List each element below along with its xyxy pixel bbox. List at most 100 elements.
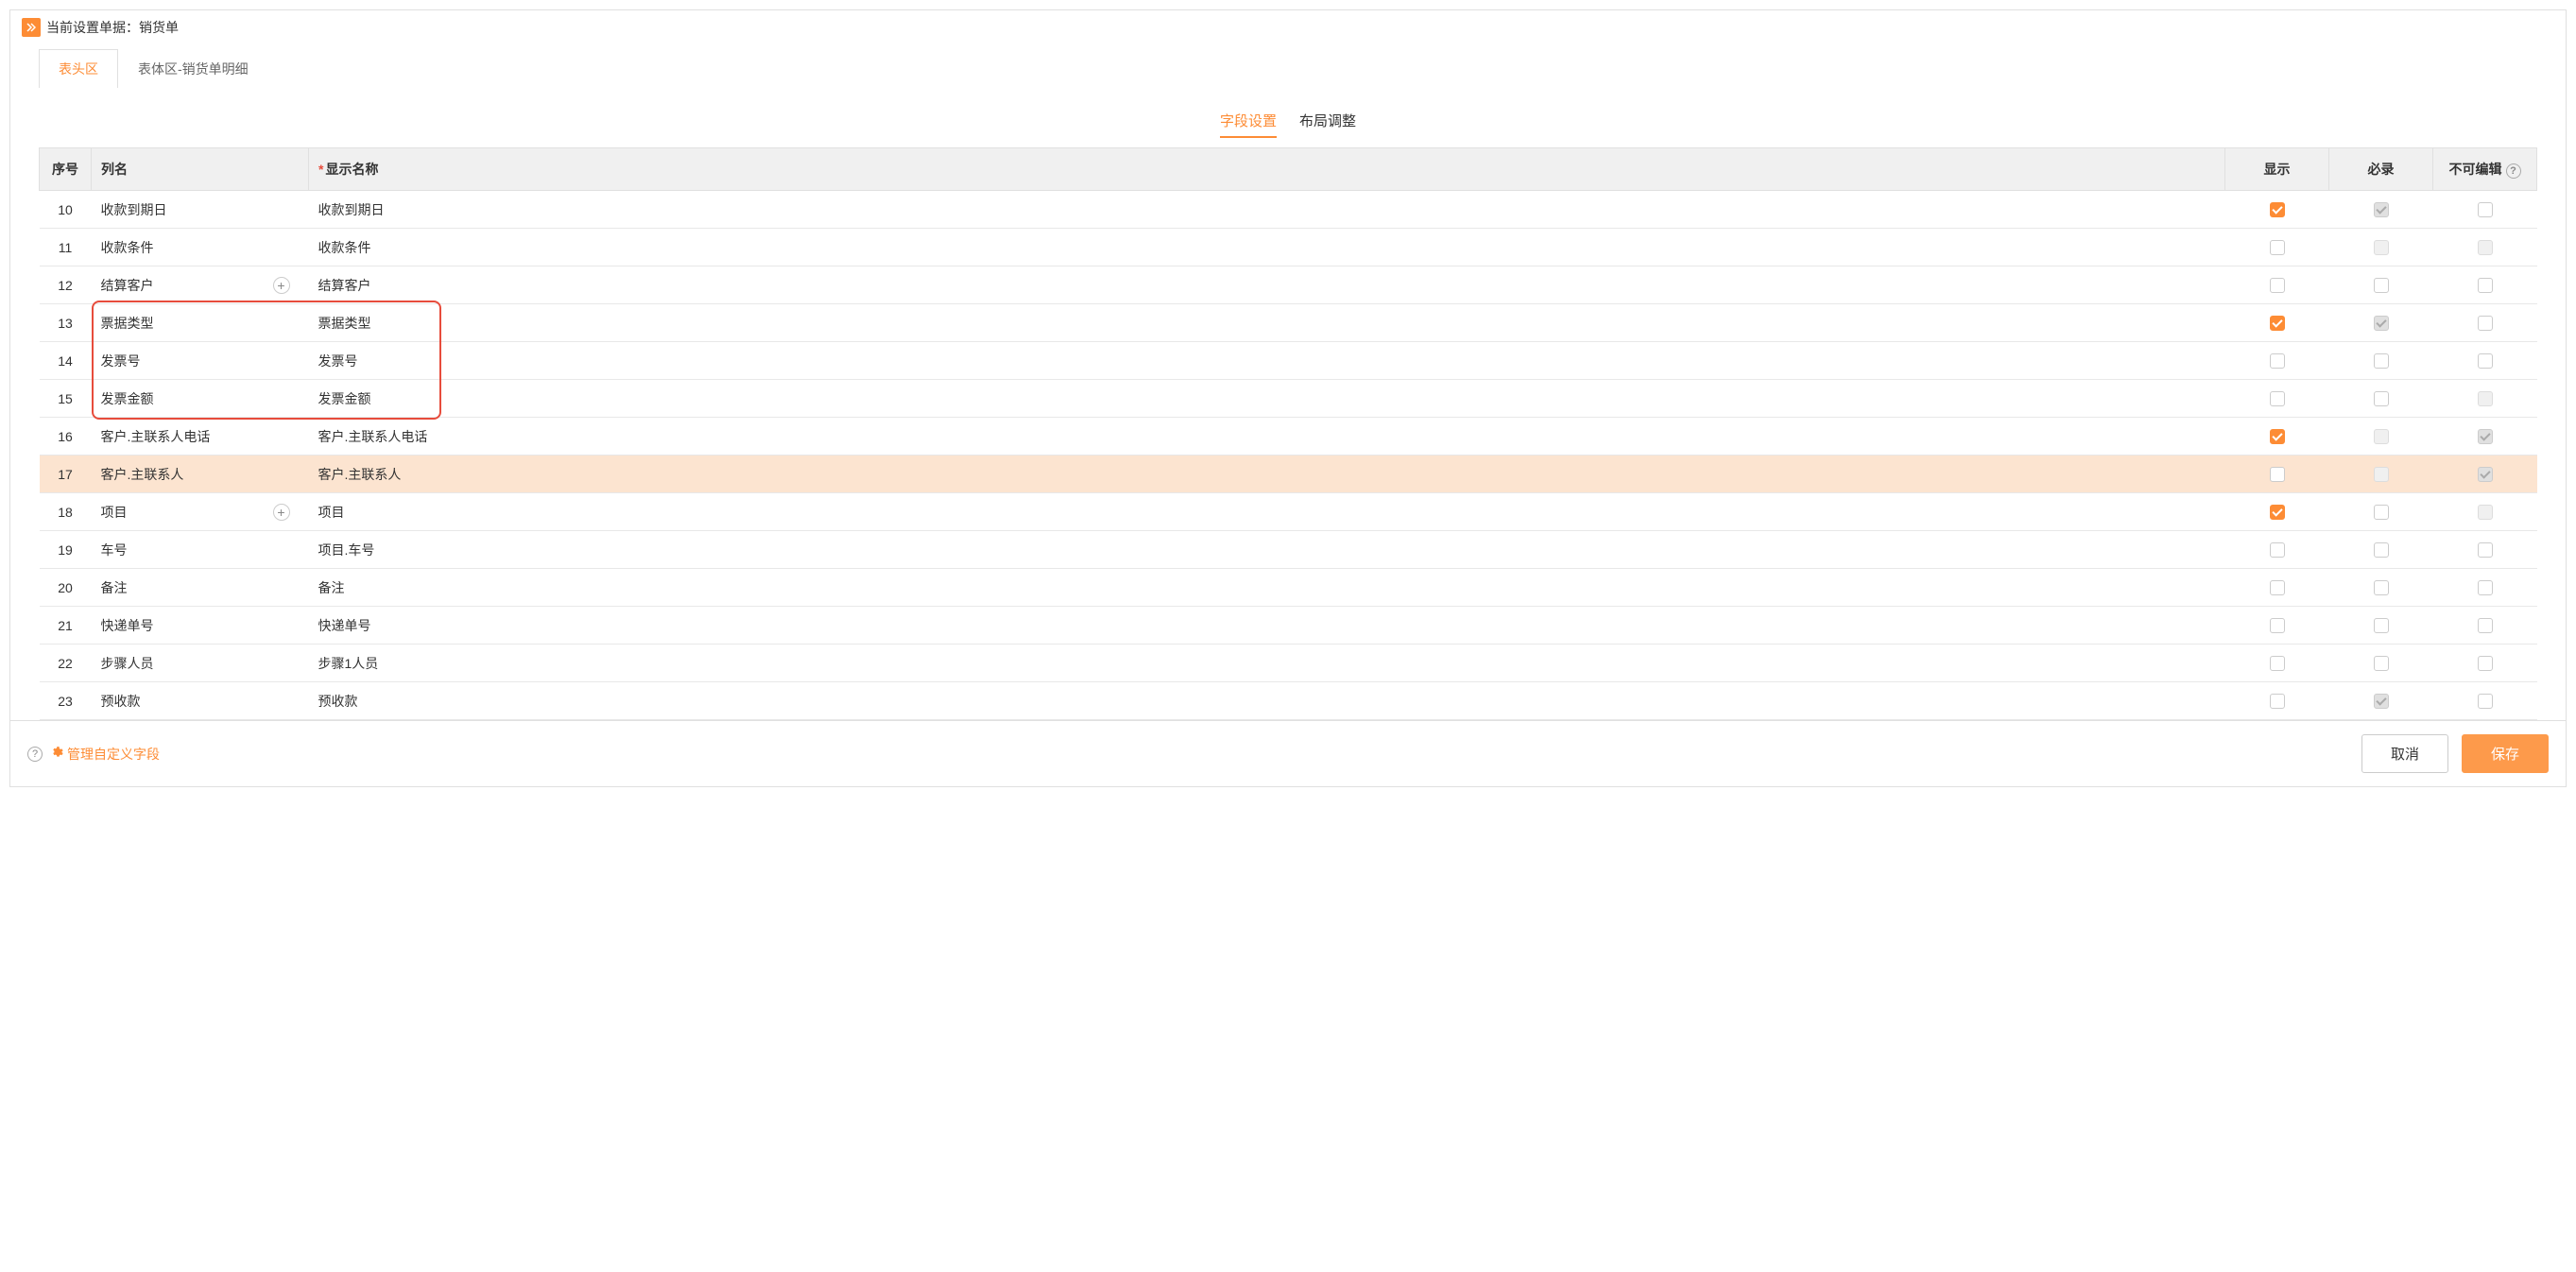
tab-body-area[interactable]: 表体区-销货单明细 [118, 49, 268, 88]
table-row[interactable]: 16客户.主联系人电话客户.主联系人电话 [40, 418, 2537, 456]
cell-display[interactable]: 预收款 [309, 682, 2225, 720]
req-checkbox[interactable] [2374, 542, 2389, 558]
table-row[interactable]: 17客户.主联系人客户.主联系人 [40, 456, 2537, 493]
req-checkbox[interactable] [2374, 278, 2389, 293]
tab-header-area[interactable]: 表头区 [39, 49, 118, 88]
cell-display[interactable]: 项目 [309, 493, 2225, 531]
ro-checkbox[interactable] [2478, 580, 2493, 595]
manage-custom-fields-link[interactable]: 管理自定义字段 [50, 745, 160, 764]
cell-ro [2433, 531, 2537, 569]
cell-show [2225, 569, 2329, 607]
plus-icon[interactable]: + [273, 504, 290, 521]
table-row[interactable]: 12结算客户+结算客户 [40, 266, 2537, 304]
help-icon[interactable]: ? [2506, 163, 2521, 179]
ro-checkbox[interactable] [2478, 694, 2493, 709]
req-checkbox[interactable] [2374, 580, 2389, 595]
show-checkbox[interactable] [2270, 467, 2285, 482]
cell-display[interactable]: 收款条件 [309, 229, 2225, 266]
cell-name: 备注 [92, 569, 309, 607]
req-checkbox[interactable] [2374, 353, 2389, 369]
table-row[interactable]: 18项目+项目 [40, 493, 2537, 531]
cell-display[interactable]: 发票金额 [309, 380, 2225, 418]
cell-display[interactable]: 发票号 [309, 342, 2225, 380]
cell-name: 发票号 [92, 342, 309, 380]
cancel-button[interactable]: 取消 [2361, 734, 2448, 773]
cell-seq: 23 [40, 682, 92, 720]
table-row[interactable]: 22步骤人员步骤1人员 [40, 645, 2537, 682]
cell-show [2225, 607, 2329, 645]
req-checkbox[interactable] [2374, 391, 2389, 406]
show-checkbox[interactable] [2270, 542, 2285, 558]
table-row[interactable]: 19车号项目.车号 [40, 531, 2537, 569]
cell-ro [2433, 607, 2537, 645]
cell-req [2329, 456, 2433, 493]
cell-display[interactable]: 结算客户 [309, 266, 2225, 304]
table-row[interactable]: 11收款条件收款条件 [40, 229, 2537, 266]
show-checkbox[interactable] [2270, 316, 2285, 331]
show-checkbox[interactable] [2270, 694, 2285, 709]
save-button[interactable]: 保存 [2462, 734, 2549, 773]
ro-checkbox[interactable] [2478, 618, 2493, 633]
cell-display[interactable]: 客户.主联系人电话 [309, 418, 2225, 456]
cell-name: 客户.主联系人电话 [92, 418, 309, 456]
cell-display[interactable]: 项目.车号 [309, 531, 2225, 569]
subtab-field-settings[interactable]: 字段设置 [1220, 105, 1277, 138]
show-checkbox[interactable] [2270, 353, 2285, 369]
show-checkbox[interactable] [2270, 656, 2285, 671]
cell-seq: 14 [40, 342, 92, 380]
th-name: 列名 [92, 148, 309, 191]
table-row[interactable]: 20备注备注 [40, 569, 2537, 607]
cell-seq: 22 [40, 645, 92, 682]
ro-checkbox[interactable] [2478, 353, 2493, 369]
cell-display[interactable]: 票据类型 [309, 304, 2225, 342]
cell-req [2329, 304, 2433, 342]
ro-checkbox[interactable] [2478, 202, 2493, 217]
cell-display[interactable]: 收款到期日 [309, 191, 2225, 229]
cell-display[interactable]: 客户.主联系人 [309, 456, 2225, 493]
cell-seq: 16 [40, 418, 92, 456]
cell-name: 收款条件 [92, 229, 309, 266]
req-checkbox[interactable] [2374, 656, 2389, 671]
cell-show [2225, 418, 2329, 456]
table-row[interactable]: 15发票金额发票金额 [40, 380, 2537, 418]
table-row[interactable]: 23预收款预收款 [40, 682, 2537, 720]
show-checkbox[interactable] [2270, 391, 2285, 406]
cell-display[interactable]: 备注 [309, 569, 2225, 607]
show-checkbox[interactable] [2270, 429, 2285, 444]
cell-seq: 17 [40, 456, 92, 493]
cell-display[interactable]: 步骤1人员 [309, 645, 2225, 682]
show-checkbox[interactable] [2270, 240, 2285, 255]
plus-icon[interactable]: + [273, 277, 290, 294]
table-row[interactable]: 14发票号发票号 [40, 342, 2537, 380]
cell-display[interactable]: 快递单号 [309, 607, 2225, 645]
show-checkbox[interactable] [2270, 505, 2285, 520]
subtab-layout-adjust[interactable]: 布局调整 [1299, 105, 1356, 138]
req-checkbox[interactable] [2374, 505, 2389, 520]
th-show: 显示 [2225, 148, 2329, 191]
cell-ro [2433, 191, 2537, 229]
table-row[interactable]: 21快递单号快递单号 [40, 607, 2537, 645]
show-checkbox[interactable] [2270, 202, 2285, 217]
cell-show [2225, 266, 2329, 304]
sub-tabs: 字段设置 布局调整 [39, 88, 2537, 147]
cell-req [2329, 607, 2433, 645]
show-checkbox[interactable] [2270, 580, 2285, 595]
ro-checkbox[interactable] [2478, 542, 2493, 558]
cell-show [2225, 229, 2329, 266]
req-checkbox[interactable] [2374, 618, 2389, 633]
ro-checkbox [2478, 240, 2493, 255]
cell-show [2225, 304, 2329, 342]
show-checkbox[interactable] [2270, 618, 2285, 633]
cell-name: 快递单号 [92, 607, 309, 645]
ro-checkbox[interactable] [2478, 278, 2493, 293]
th-readonly: 不可编辑? [2433, 148, 2537, 191]
th-required: 必录 [2329, 148, 2433, 191]
ro-checkbox[interactable] [2478, 656, 2493, 671]
ro-checkbox[interactable] [2478, 316, 2493, 331]
show-checkbox[interactable] [2270, 278, 2285, 293]
table-row[interactable]: 10收款到期日收款到期日 [40, 191, 2537, 229]
req-checkbox [2374, 240, 2389, 255]
expand-icon[interactable] [22, 18, 41, 37]
table-row[interactable]: 13票据类型票据类型 [40, 304, 2537, 342]
footer-help-icon[interactable]: ? [27, 747, 43, 762]
